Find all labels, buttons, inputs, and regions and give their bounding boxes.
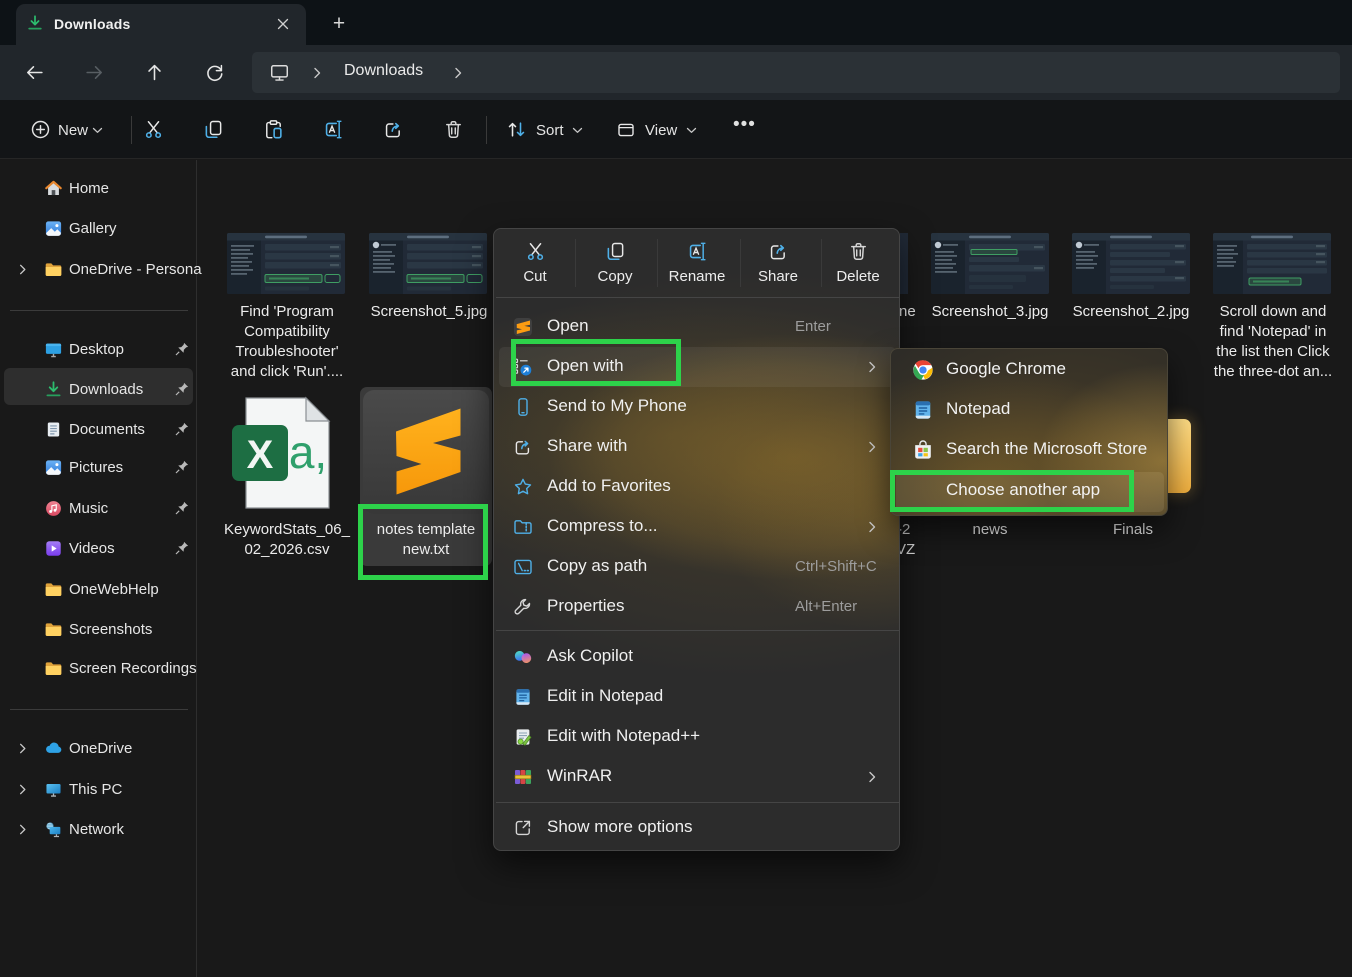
svg-text:a,: a, [289,426,327,478]
svg-text:X: X [247,433,274,477]
